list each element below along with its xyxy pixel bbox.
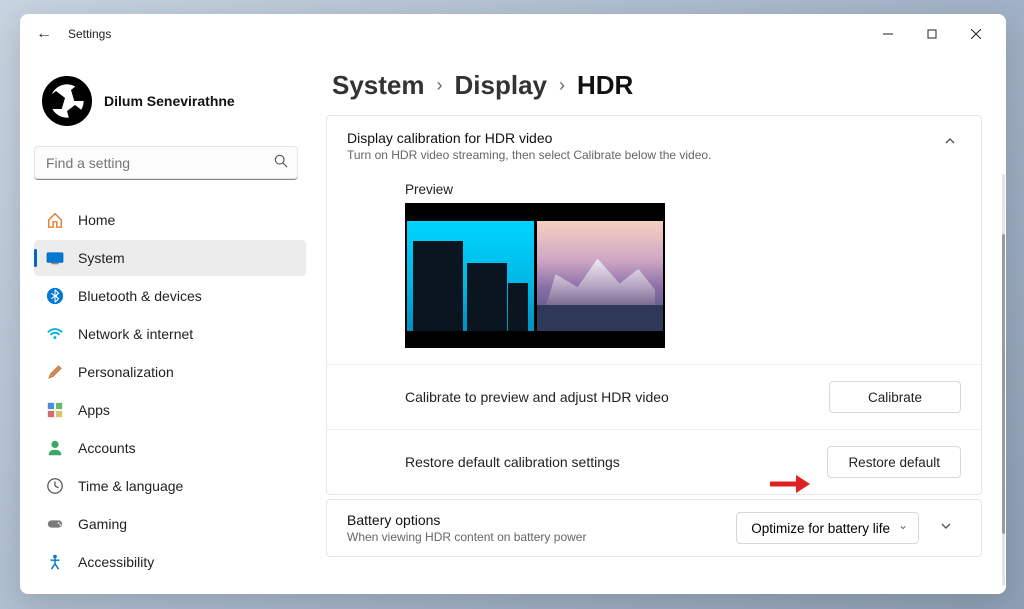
titlebar: ← Settings <box>20 14 1006 54</box>
person-icon <box>46 439 64 457</box>
sidebar-item-label: Time & language <box>78 478 183 494</box>
row-label: Calibrate to preview and adjust HDR vide… <box>405 389 669 405</box>
restore-row: Restore default calibration settings Res… <box>327 429 981 494</box>
bluetooth-icon <box>46 287 64 305</box>
sidebar-item-network[interactable]: Network & internet <box>34 316 306 352</box>
panel-subtitle: Turn on HDR video streaming, then select… <box>347 148 711 162</box>
home-icon <box>46 211 64 229</box>
avatar <box>42 76 92 126</box>
sidebar-item-label: Apps <box>78 402 110 418</box>
clock-icon <box>46 477 64 495</box>
sidebar-item-label: Accounts <box>78 440 136 456</box>
sidebar-item-label: Bluetooth & devices <box>78 288 202 304</box>
panel-subtitle: When viewing HDR content on battery powe… <box>347 530 586 544</box>
battery-option-dropdown[interactable]: Optimize for battery life <box>736 512 919 544</box>
system-icon <box>46 249 64 267</box>
main-content: System › Display › HDR Display calibrati… <box>310 54 1006 594</box>
apps-icon <box>46 401 64 419</box>
sidebar-item-home[interactable]: Home <box>34 202 306 238</box>
sidebar-item-time[interactable]: Time & language <box>34 468 306 504</box>
scrollbar-track[interactable] <box>1002 174 1005 586</box>
restore-default-button[interactable]: Restore default <box>827 446 961 478</box>
profile[interactable]: Dilum Senevirathne <box>34 62 306 146</box>
minimize-button[interactable] <box>866 19 910 49</box>
panel-title: Battery options <box>347 512 586 528</box>
sidebar-item-personalization[interactable]: Personalization <box>34 354 306 390</box>
sidebar-item-label: Personalization <box>78 364 174 380</box>
sidebar-item-bluetooth[interactable]: Bluetooth & devices <box>34 278 306 314</box>
search-input[interactable] <box>34 146 298 180</box>
chevron-right-icon: › <box>559 75 565 96</box>
settings-window: ← Settings Dilum Senevirathne <box>20 14 1006 594</box>
dropdown-value: Optimize for battery life <box>751 521 890 536</box>
sidebar-item-apps[interactable]: Apps <box>34 392 306 428</box>
sidebar-item-system[interactable]: System <box>34 240 306 276</box>
back-button[interactable]: ← <box>36 25 52 43</box>
preview-label: Preview <box>405 182 903 197</box>
accessibility-icon <box>46 553 64 571</box>
sidebar-item-accounts[interactable]: Accounts <box>34 430 306 466</box>
gamepad-icon <box>46 515 64 533</box>
close-button[interactable] <box>954 19 998 49</box>
breadcrumb-current: HDR <box>577 70 633 101</box>
sidebar-item-gaming[interactable]: Gaming <box>34 506 306 542</box>
sidebar-item-label: Home <box>78 212 115 228</box>
app-title: Settings <box>68 27 111 41</box>
hdr-calibration-panel: Display calibration for HDR video Turn o… <box>326 115 982 495</box>
sidebar-item-label: Network & internet <box>78 326 193 342</box>
calibrate-button[interactable]: Calibrate <box>829 381 961 413</box>
panel-title: Display calibration for HDR video <box>347 130 711 146</box>
sidebar-item-accessibility[interactable]: Accessibility <box>34 544 306 580</box>
profile-name: Dilum Senevirathne <box>104 93 235 109</box>
collapse-button[interactable] <box>939 130 961 157</box>
calibrate-row: Calibrate to preview and adjust HDR vide… <box>327 364 981 429</box>
breadcrumb: System › Display › HDR <box>326 64 982 115</box>
expand-button[interactable] <box>931 513 961 544</box>
brush-icon <box>46 363 64 381</box>
wifi-icon <box>46 325 64 343</box>
maximize-button[interactable] <box>910 19 954 49</box>
preview-image-mountain <box>537 221 664 331</box>
sidebar-item-label: System <box>78 250 125 266</box>
preview-video[interactable] <box>405 203 665 348</box>
row-label: Restore default calibration settings <box>405 454 620 470</box>
chevron-right-icon: › <box>437 75 443 96</box>
breadcrumb-display[interactable]: Display <box>455 70 548 101</box>
battery-options-panel: Battery options When viewing HDR content… <box>326 499 982 557</box>
sidebar: Dilum Senevirathne Home System <box>20 54 310 594</box>
breadcrumb-system[interactable]: System <box>332 70 425 101</box>
search-icon <box>274 154 288 171</box>
scrollbar-thumb[interactable] <box>1002 234 1005 534</box>
sidebar-item-label: Accessibility <box>78 554 154 570</box>
preview-image-city <box>407 221 534 331</box>
sidebar-item-label: Gaming <box>78 516 127 532</box>
nav-list: Home System Bluetooth & devices Network … <box>34 202 306 580</box>
